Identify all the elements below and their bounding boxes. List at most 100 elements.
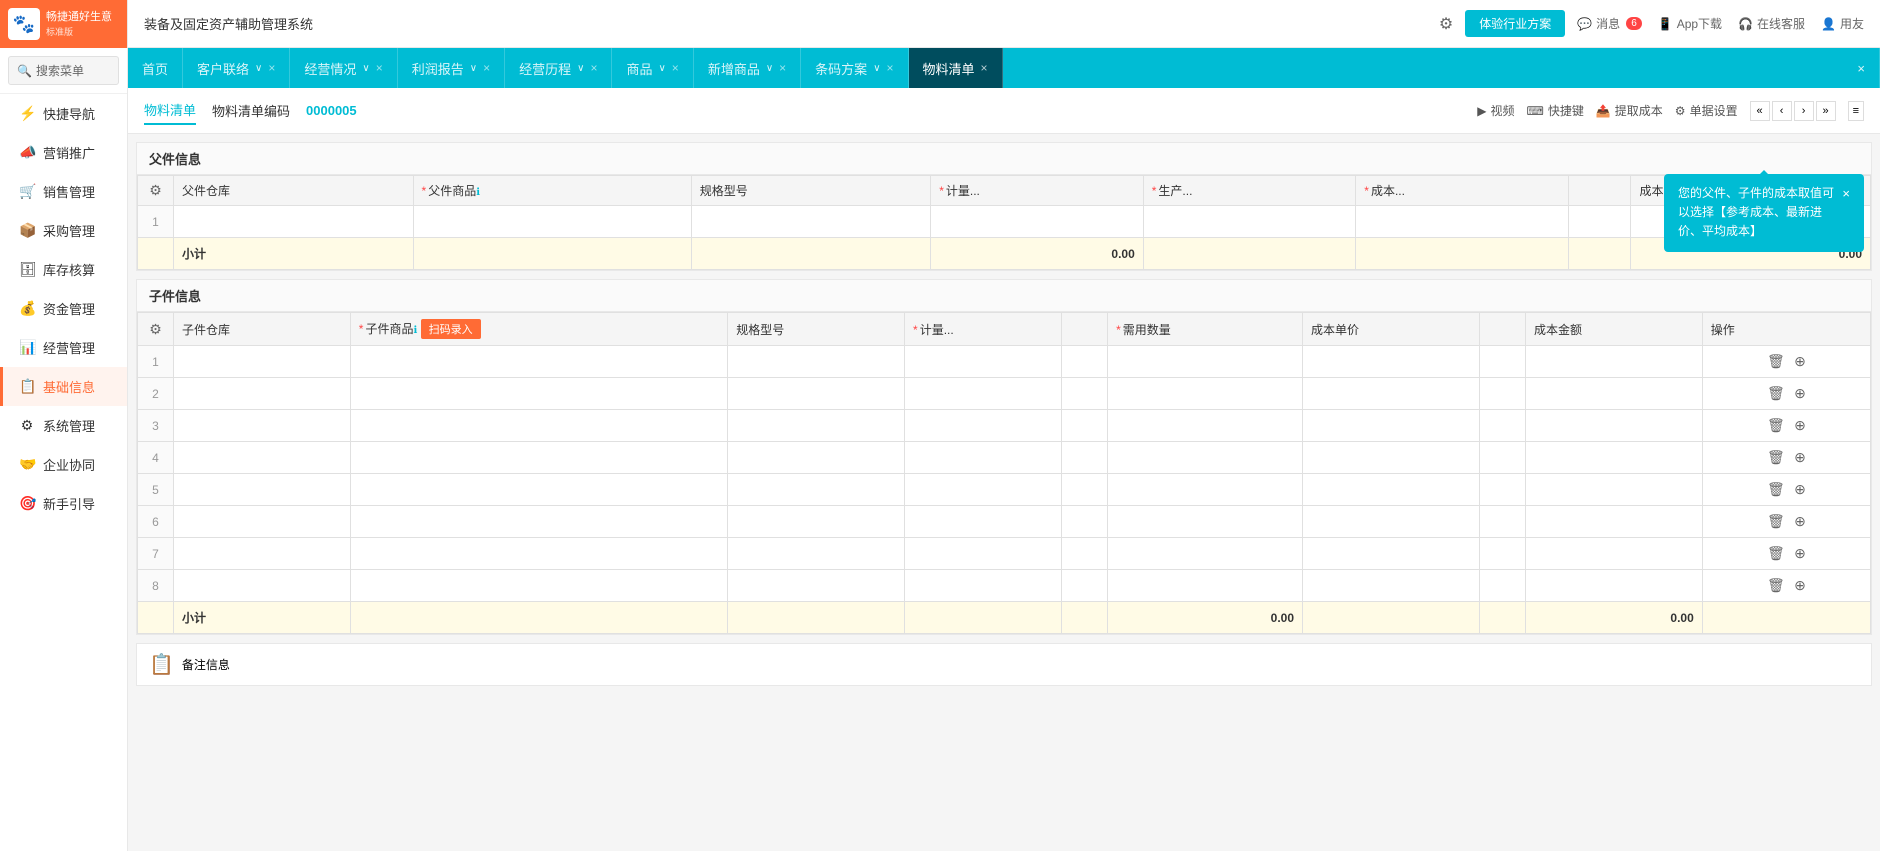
child-row-7-warehouse[interactable] (174, 538, 351, 570)
child-settings-button[interactable]: ⚙ (149, 321, 162, 338)
child-row-4-spec[interactable] (728, 442, 905, 474)
tab-arrow-barcode[interactable]: ∨ (873, 63, 880, 74)
tab-close-all-button[interactable]: × (1843, 48, 1880, 88)
app-download-button[interactable]: 📱 App下载 (1658, 15, 1722, 32)
page-next-button[interactable]: › (1794, 101, 1814, 121)
sidebar-item-system[interactable]: ⚙系统管理 (0, 406, 127, 445)
tab-close-history[interactable]: × (590, 61, 597, 75)
child-row-6-qty[interactable] (905, 506, 1062, 538)
sidebar-item-stock[interactable]: 🗄库存核算 (0, 250, 127, 289)
tab-close-bom[interactable]: × (981, 61, 988, 75)
child-row-3-qty[interactable] (905, 410, 1062, 442)
child-row-7-spec[interactable] (728, 538, 905, 570)
child-row-5-unit-cost[interactable] (1303, 474, 1480, 506)
child-row-8-delete-button[interactable]: 🗑 (1764, 577, 1788, 594)
child-row-3-warehouse[interactable] (174, 410, 351, 442)
child-row-6-goods[interactable] (350, 506, 728, 538)
child-row-7-unit-cost[interactable] (1303, 538, 1480, 570)
child-row-4-unit-cost[interactable] (1303, 442, 1480, 474)
child-row-6-copy-button[interactable]: ⊕ (1791, 513, 1809, 530)
child-row-6-spec[interactable] (728, 506, 905, 538)
child-row-4-warehouse[interactable] (174, 442, 351, 474)
child-row-6-delete-button[interactable]: 🗑 (1764, 513, 1788, 530)
tooltip-close-button[interactable]: × (1842, 184, 1850, 205)
tab-home[interactable]: 首页 (128, 48, 183, 88)
parent-row-1-cost[interactable] (1356, 206, 1569, 238)
child-row-5-qty[interactable] (905, 474, 1062, 506)
child-row-8-warehouse[interactable] (174, 570, 351, 602)
tab-newgoods[interactable]: 新增商品∨× (694, 48, 801, 88)
sidebar-item-purchase[interactable]: 📦采购管理 (0, 211, 127, 250)
tab-close-goods[interactable]: × (672, 61, 679, 75)
sidebar-item-marketing[interactable]: 📣营销推广 (0, 133, 127, 172)
child-row-6-warehouse[interactable] (174, 506, 351, 538)
child-row-5-copy-button[interactable]: ⊕ (1791, 481, 1809, 498)
tab-arrow-profit[interactable]: ∨ (470, 63, 477, 74)
child-row-1-qty[interactable] (905, 346, 1062, 378)
child-row-7-delete-button[interactable]: 🗑 (1764, 545, 1788, 562)
child-row-1-needed[interactable] (1108, 346, 1303, 378)
tab-goods[interactable]: 商品∨× (612, 48, 693, 88)
tab-history[interactable]: 经营历程∨× (505, 48, 612, 88)
settings-gear-icon[interactable]: ⚙ (1439, 14, 1453, 34)
extract-cost-button[interactable]: 📤 提取成本 (1596, 102, 1663, 119)
child-row-7-qty[interactable] (905, 538, 1062, 570)
parent-row-1-qty[interactable] (931, 206, 1144, 238)
tab-profit[interactable]: 利润报告∨× (398, 48, 505, 88)
child-row-3-spec[interactable] (728, 410, 905, 442)
sidebar-item-finance[interactable]: 💰资金管理 (0, 289, 127, 328)
tab-close-barcode[interactable]: × (887, 61, 894, 75)
child-row-1-spec[interactable] (728, 346, 905, 378)
child-row-5-needed[interactable] (1108, 474, 1303, 506)
child-row-3-needed[interactable] (1108, 410, 1303, 442)
child-row-8-unit-cost[interactable] (1303, 570, 1480, 602)
page-prev-button[interactable]: ‹ (1772, 101, 1792, 121)
trial-button[interactable]: 体验行业方案 (1465, 10, 1565, 37)
child-row-2-copy-button[interactable]: ⊕ (1791, 385, 1809, 402)
child-row-2-spec[interactable] (728, 378, 905, 410)
tab-arrow-history[interactable]: ∨ (577, 63, 584, 74)
sidebar-item-guide[interactable]: 🎯新手引导 (0, 484, 127, 523)
child-row-2-needed[interactable] (1108, 378, 1303, 410)
child-row-2-delete-button[interactable]: 🗑 (1764, 385, 1788, 402)
child-row-1-goods[interactable] (350, 346, 728, 378)
child-row-2-unit-cost[interactable] (1303, 378, 1480, 410)
child-row-1-warehouse[interactable] (174, 346, 351, 378)
single-setting-button[interactable]: ⚙ 单据设置 (1675, 102, 1738, 119)
tab-arrow-customer[interactable]: ∨ (255, 63, 262, 74)
sidebar-item-basic[interactable]: 📋基础信息 (0, 367, 127, 406)
child-row-4-copy-button[interactable]: ⊕ (1791, 449, 1809, 466)
grid-view-button[interactable]: ≡ (1848, 101, 1864, 121)
child-row-3-goods[interactable] (350, 410, 728, 442)
child-row-2-qty[interactable] (905, 378, 1062, 410)
online-service-button[interactable]: 🎧 在线客服 (1738, 15, 1805, 32)
child-row-6-unit-cost[interactable] (1303, 506, 1480, 538)
sidebar-item-quicknav[interactable]: ⚡快捷导航 (0, 94, 127, 133)
tab-bom[interactable]: 物料清单× (909, 48, 1003, 88)
tab-close-customer[interactable]: × (268, 61, 275, 75)
child-row-8-goods[interactable] (350, 570, 728, 602)
child-row-4-delete-button[interactable]: 🗑 (1764, 449, 1788, 466)
tab-arrow-business[interactable]: ∨ (362, 63, 369, 74)
child-row-8-spec[interactable] (728, 570, 905, 602)
parent-settings-button[interactable]: ⚙ (149, 182, 162, 199)
tab-close-newgoods[interactable]: × (779, 61, 786, 75)
child-row-1-copy-button[interactable]: ⊕ (1791, 353, 1809, 370)
child-row-1-delete-button[interactable]: 🗑 (1764, 353, 1788, 370)
sub-tab-bom[interactable]: 物料清单 (144, 96, 196, 125)
child-row-5-delete-button[interactable]: 🗑 (1764, 481, 1788, 498)
child-row-3-delete-button[interactable]: 🗑 (1764, 417, 1788, 434)
page-last-button[interactable]: » (1816, 101, 1836, 121)
child-row-7-needed[interactable] (1108, 538, 1303, 570)
shortcut-button[interactable]: ⌨ 快捷键 (1526, 102, 1583, 119)
child-row-5-spec[interactable] (728, 474, 905, 506)
child-row-4-needed[interactable] (1108, 442, 1303, 474)
user-button[interactable]: 👤 用友 (1821, 15, 1864, 32)
page-first-button[interactable]: « (1750, 101, 1770, 121)
scan-input-button[interactable]: 扫码录入 (421, 319, 481, 339)
parent-row-1-production[interactable] (1143, 206, 1356, 238)
child-row-3-copy-button[interactable]: ⊕ (1791, 417, 1809, 434)
child-row-5-goods[interactable] (350, 474, 728, 506)
child-row-2-goods[interactable] (350, 378, 728, 410)
child-row-5-warehouse[interactable] (174, 474, 351, 506)
